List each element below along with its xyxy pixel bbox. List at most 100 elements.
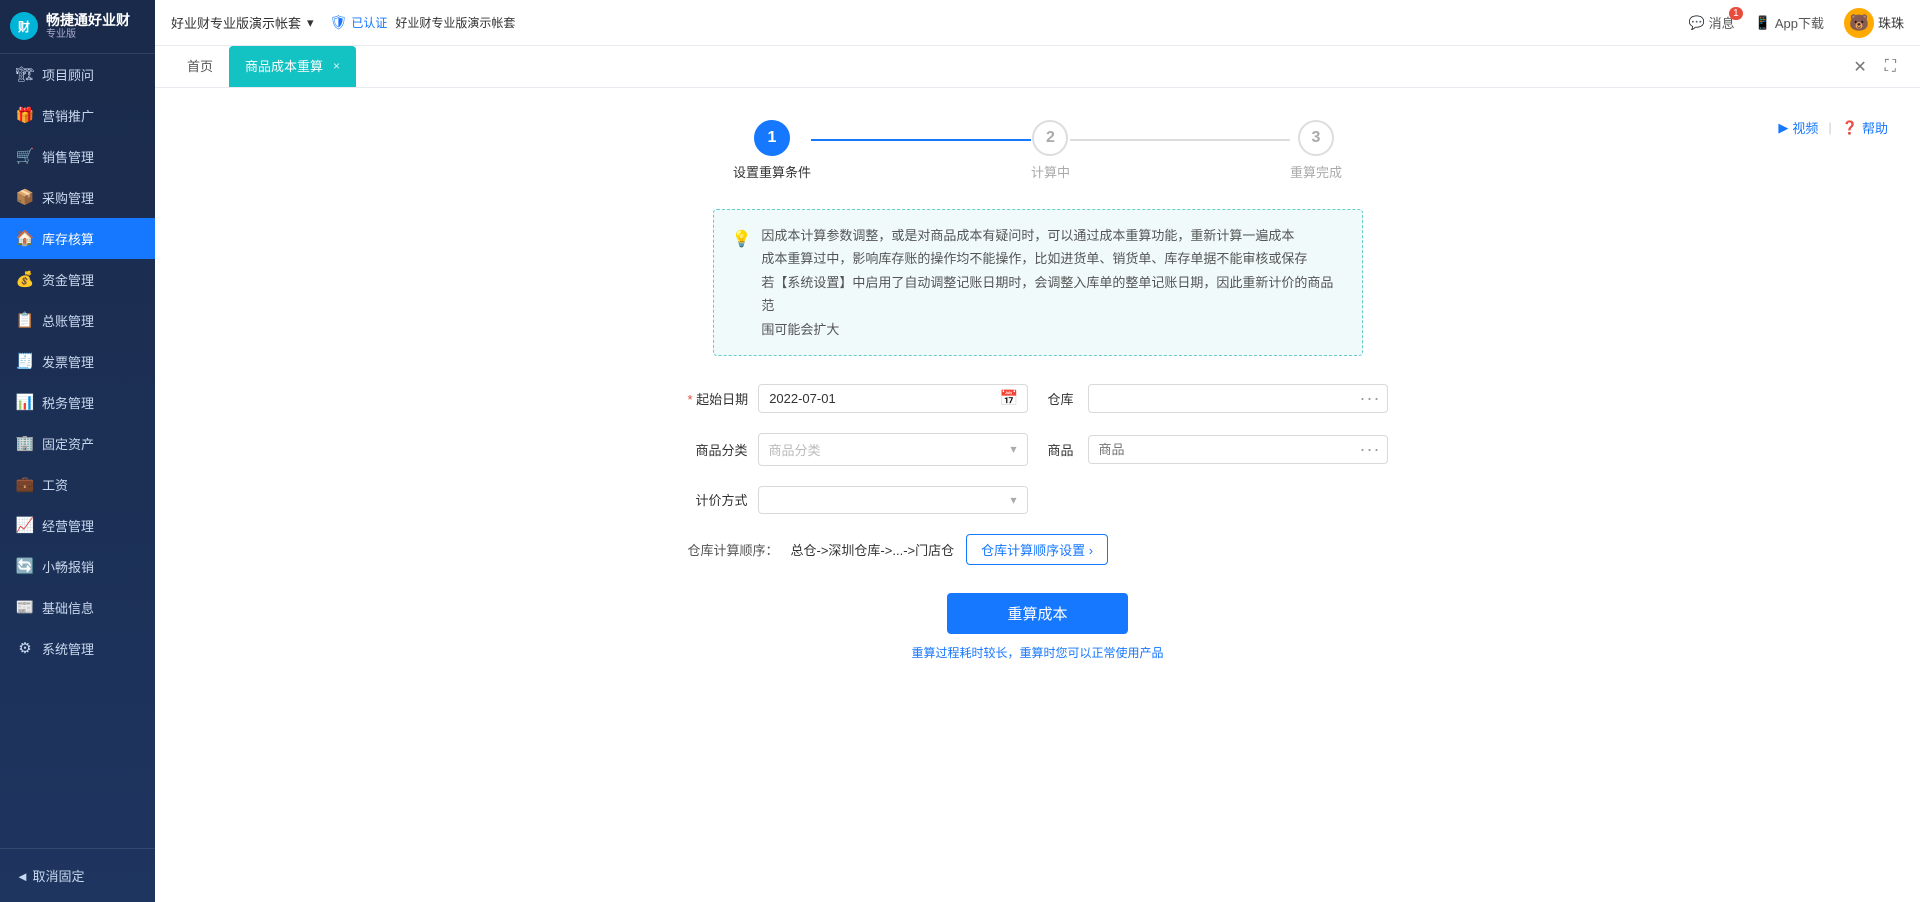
warehouse-more-icon[interactable]: ··· (1354, 388, 1387, 409)
accounting-icon: 📋 (16, 311, 34, 329)
play-icon: ▶ (1778, 120, 1788, 136)
recalculate-button[interactable]: 重算成本 (947, 593, 1127, 634)
logo-name: 畅捷通好业财 (46, 12, 130, 29)
step-1: 1 设置重算条件 (733, 120, 811, 181)
sidebar: 财 畅捷通好业财 专业版 🏗 项目顾问 🎁 营销推广 🛒 销售管理 📦 采购管理… (0, 0, 155, 902)
sidebar-item-operations[interactable]: 📈 经营管理 (0, 505, 155, 546)
goods-field[interactable] (1089, 436, 1354, 463)
tab-cost-recalc[interactable]: 商品成本重算 × (229, 46, 356, 87)
sidebar-item-label: 项目顾问 (42, 65, 94, 84)
username: 珠珠 (1878, 13, 1904, 32)
sidebar-item-sales[interactable]: 🛒 销售管理 (0, 136, 155, 177)
start-date-input[interactable]: 📅 (758, 384, 1027, 413)
form-area: 起始日期 📅 仓库 ··· 商品分类 (688, 384, 1388, 661)
sidebar-item-label: 工资 (42, 475, 68, 494)
recalculate-label: 重算成本 (1007, 606, 1067, 623)
sidebar-item-finance[interactable]: 💰 资金管理 (0, 259, 155, 300)
submit-area: 重算成本 重算过程耗时较长，重算时您可以正常使用产品 (688, 593, 1388, 661)
app-download-button[interactable]: 📱 App下载 (1755, 13, 1824, 32)
sidebar-item-inventory[interactable]: 🏠 库存核算 (0, 218, 155, 259)
tabs-bar: 首页 商品成本重算 × ✕ ⛶ (155, 46, 1920, 88)
sidebar-item-label: 小畅报销 (42, 557, 94, 576)
basic-icon: 📰 (16, 598, 34, 616)
info-line-3: 若【系统设置】中启用了自动调整记账日期时，会调整入库单的整单记账日期，因此重新计… (761, 271, 1343, 318)
submit-hint: 重算过程耗时较长，重算时您可以正常使用产品 (688, 644, 1388, 661)
step-3: 3 重算完成 (1290, 120, 1342, 181)
info-line-2: 成本重算过中，影响库存账的操作均不能操作，比如进货单、销货单、库存单据不能审核或… (761, 247, 1343, 270)
step-line-1 (811, 139, 1031, 141)
sidebar-item-label: 营销推广 (42, 106, 94, 125)
sidebar-item-basic[interactable]: 📰 基础信息 (0, 587, 155, 628)
sidebar-item-tax[interactable]: 📊 税务管理 (0, 382, 155, 423)
tab-home[interactable]: 首页 (171, 46, 229, 87)
sidebar-item-project[interactable]: 🏗 项目顾问 (0, 54, 155, 95)
content-area: 1 设置重算条件 2 计算中 3 重算完成 ▶ 视频 | ❓ (155, 88, 1920, 902)
sidebar-item-label: 发票管理 (42, 352, 94, 371)
sidebar-item-label: 基础信息 (42, 598, 94, 617)
unpin-button[interactable]: ◄ 取消固定 (0, 857, 155, 894)
phone-icon: 📱 (1755, 15, 1771, 31)
warehouse-label: 仓库 (1048, 389, 1078, 408)
calendar-icon[interactable]: 📅 (992, 389, 1027, 407)
sidebar-item-assets[interactable]: 🏢 固定资产 (0, 423, 155, 464)
info-icon: 💡 (732, 226, 752, 341)
warehouse-order-label: 仓库计算顺序： (688, 540, 779, 559)
invoice-icon: 🧾 (16, 352, 34, 370)
category-placeholder: 商品分类 (769, 440, 821, 459)
expand-button[interactable]: ⛶ (1881, 54, 1900, 80)
start-date-field[interactable] (759, 385, 992, 412)
warehouse-field[interactable] (1089, 385, 1354, 412)
message-button[interactable]: 💬 消息 1 (1688, 13, 1734, 32)
video-label: 视频 (1792, 118, 1818, 137)
info-line-4: 围可能会扩大 (761, 318, 1343, 341)
avatar: 🐻 (1844, 8, 1874, 38)
help-link[interactable]: ❓ 帮助 (1842, 118, 1888, 137)
expense-icon: 🔄 (16, 557, 34, 575)
form-row-3: 计价方式 ▾ (688, 486, 1388, 514)
warehouse-input[interactable]: ··· (1088, 384, 1388, 413)
sidebar-bottom: ◄ 取消固定 (0, 848, 155, 902)
warehouse-order-settings-button[interactable]: 仓库计算顺序设置 › (966, 534, 1108, 565)
app-download-label: App下载 (1775, 13, 1824, 32)
sidebar-item-label: 销售管理 (42, 147, 94, 166)
help-label: 帮助 (1862, 118, 1888, 137)
account-selector[interactable]: 好业财专业版演示帐套 ▾ (171, 13, 314, 32)
logo-edition: 专业版 (46, 29, 130, 41)
sidebar-item-label: 经营管理 (42, 516, 94, 535)
info-line-1: 因成本计算参数调整，或是对商品成本有疑问时，可以通过成本重算功能，重新计算一遍成… (761, 224, 1343, 247)
topbar: 好业财专业版演示帐套 ▾ 🛡 已认证 好业财专业版演示帐套 💬 消息 1 📱 A… (155, 0, 1920, 46)
message-badge: 1 (1729, 7, 1743, 20)
sidebar-item-payroll[interactable]: 💼 工资 (0, 464, 155, 505)
pricing-select[interactable]: ▾ (758, 486, 1028, 514)
sidebar-item-purchase[interactable]: 📦 采购管理 (0, 177, 155, 218)
inventory-icon: 🏠 (16, 229, 34, 247)
start-date-group: 起始日期 📅 (688, 384, 1028, 413)
sidebar-item-expense[interactable]: 🔄 小畅报销 (0, 546, 155, 587)
goods-input[interactable]: ··· (1088, 435, 1388, 464)
sidebar-item-marketing[interactable]: 🎁 营销推广 (0, 95, 155, 136)
sidebar-item-invoice[interactable]: 🧾 发票管理 (0, 341, 155, 382)
tab-close-icon[interactable]: × (333, 59, 340, 73)
tab-home-label: 首页 (187, 56, 213, 75)
message-icon: 💬 (1688, 15, 1704, 31)
step-2-label: 计算中 (1031, 162, 1070, 181)
sidebar-item-system[interactable]: ⚙ 系统管理 (0, 628, 155, 669)
user-profile[interactable]: 🐻 珠珠 (1844, 8, 1904, 38)
category-select[interactable]: 商品分类 ▾ (758, 433, 1028, 466)
goods-more-icon[interactable]: ··· (1354, 439, 1387, 460)
sidebar-scroll: 🏗 项目顾问 🎁 营销推广 🛒 销售管理 📦 采购管理 🏠 库存核算 💰 资金管… (0, 54, 155, 848)
unpin-label: ◄ 取消固定 (16, 866, 84, 885)
pricing-label: 计价方式 (688, 490, 748, 509)
category-group: 商品分类 商品分类 ▾ (688, 433, 1028, 466)
divider: | (1828, 120, 1831, 135)
marketing-icon: 🎁 (16, 106, 34, 124)
close-window-button[interactable]: ✕ (1849, 53, 1870, 81)
form-row-2: 商品分类 商品分类 ▾ 商品 ··· (688, 433, 1388, 466)
purchase-icon: 📦 (16, 188, 34, 206)
sidebar-item-accounting[interactable]: 📋 总账管理 (0, 300, 155, 341)
verified-badge: 🛡 已认证 (330, 14, 388, 31)
tax-icon: 📊 (16, 393, 34, 411)
step-progress: 1 设置重算条件 2 计算中 3 重算完成 ▶ 视频 | ❓ (187, 112, 1888, 181)
video-link[interactable]: ▶ 视频 (1778, 118, 1818, 137)
logo-icon: 财 (10, 12, 38, 40)
